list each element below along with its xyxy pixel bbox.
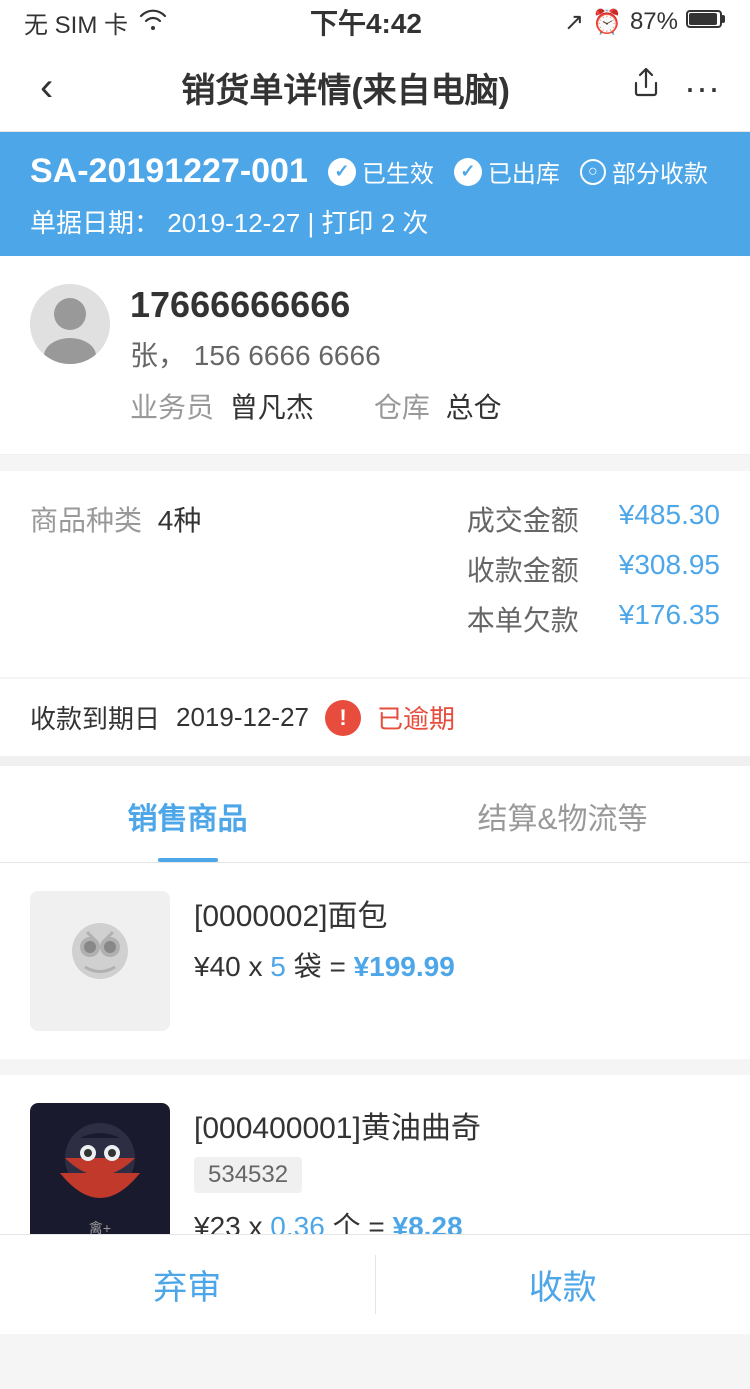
battery-level: 87%: [630, 8, 678, 36]
status-right: ↗ ⏰ 87%: [564, 8, 726, 37]
nav-actions: ···: [628, 65, 720, 110]
tab-settlement[interactable]: 结算&物流等: [375, 766, 750, 862]
banner-row1: SA-20191227-001 ✓ 已生效 ✓ 已出库 ○ 部分收款: [30, 152, 720, 191]
location-icon: ↗: [564, 8, 584, 37]
product-info-1: [0000002]面包 ¥40 x 5 袋 = ¥199.99: [194, 891, 720, 985]
product-info-2: [000400001]黄油曲奇 534532 ¥23 x 0.36 个 = ¥8…: [194, 1103, 720, 1245]
order-date: 2019-12-27: [167, 208, 300, 238]
product-sku-2: 534532: [194, 1157, 302, 1193]
product-name-1: [0000002]面包: [194, 891, 720, 935]
summary-left: 商品种类 4种: [30, 499, 201, 539]
due-date: 2019-12-27: [176, 702, 309, 733]
print-count: 2: [381, 208, 395, 238]
clock-icon: ○: [580, 159, 606, 185]
product-thumbnail-2: 禽+: [30, 1103, 170, 1243]
product-price-1: ¥40 x 5 袋 = ¥199.99: [194, 945, 720, 985]
product-total-1: ¥199.99: [354, 951, 455, 982]
customer-info: 17666666666 张， 156 6666 6666 业务员 曾凡杰 仓库 …: [130, 284, 720, 426]
due-section: 收款到期日 2019-12-27 ! 已逾期: [0, 679, 750, 766]
list-item: [0000002]面包 ¥40 x 5 袋 = ¥199.99: [0, 863, 750, 1059]
badge-shipped: ✓ 已出库: [454, 154, 560, 189]
check-icon-1: ✓: [328, 158, 356, 186]
category-value: 4种: [158, 505, 202, 536]
wifi-icon: [138, 8, 168, 37]
summary-right: 成交金额 ¥485.30 收款金额 ¥308.95 本单欠款 ¥176.35: [467, 499, 720, 649]
customer-contact: 张， 156 6666 6666: [130, 334, 720, 374]
tab-products[interactable]: 销售商品: [0, 766, 375, 862]
banner-date-row: 单据日期： 2019-12-27 | 打印 2 次: [30, 203, 720, 240]
reject-button[interactable]: 弃审: [0, 1235, 375, 1334]
badge-activated: ✓ 已生效: [328, 154, 434, 189]
badge-partial: ○ 部分收款: [580, 154, 708, 189]
summary-section: 商品种类 4种 成交金额 ¥485.30 收款金额 ¥308.95 本单欠款 ¥…: [0, 471, 750, 677]
status-bar: 无 SIM 卡 下午4:42 ↗ ⏰ 87%: [0, 0, 750, 44]
warehouse-value: 总仓: [446, 392, 502, 423]
salesperson-info: 业务员 曾凡杰: [130, 386, 314, 426]
customer-avatar: [30, 284, 110, 364]
salesperson-value: 曾凡杰: [230, 392, 314, 423]
print-label: | 打印: [307, 208, 373, 238]
product-qty-1: 5: [270, 951, 286, 982]
customer-name: 17666666666: [130, 284, 720, 326]
product-thumbnail-1: [30, 891, 170, 1031]
product-list: [0000002]面包 ¥40 x 5 袋 = ¥199.99: [0, 863, 750, 1273]
status-left: 无 SIM 卡: [24, 5, 168, 40]
check-icon-2: ✓: [454, 158, 482, 186]
warehouse-info: 仓库 总仓: [374, 386, 502, 426]
amount-value: ¥485.30: [619, 499, 720, 539]
amount-row: 成交金额 ¥485.30: [467, 499, 720, 539]
share-icon[interactable]: [628, 65, 664, 110]
back-button[interactable]: ‹: [30, 55, 63, 120]
bottom-bar: 弃审 收款: [0, 1234, 750, 1334]
nav-bar: ‹ 销货单详情(来自电脑) ···: [0, 44, 750, 132]
product-name-2: [000400001]黄油曲奇: [194, 1103, 720, 1147]
owed-row: 本单欠款 ¥176.35: [467, 599, 720, 639]
sim-status: 无 SIM 卡: [24, 5, 128, 40]
received-row: 收款金额 ¥308.95: [467, 549, 720, 589]
more-icon[interactable]: ···: [684, 67, 720, 109]
due-label: 收款到期日: [30, 699, 160, 736]
customer-meta: 业务员 曾凡杰 仓库 总仓: [130, 386, 720, 426]
owed-value: ¥176.35: [619, 599, 720, 639]
overdue-text: 已逾期: [377, 699, 455, 736]
print-suffix: 次: [402, 208, 428, 238]
overdue-icon: !: [325, 700, 361, 736]
date-label: 单据日期：: [30, 208, 160, 238]
status-time: 下午4:42: [310, 2, 422, 42]
alarm-icon: ⏰: [592, 8, 622, 37]
customer-section: 17666666666 张， 156 6666 6666 业务员 曾凡杰 仓库 …: [0, 256, 750, 455]
page-title: 销货单详情(来自电脑): [181, 63, 510, 112]
received-value: ¥308.95: [619, 549, 720, 589]
collect-button[interactable]: 收款: [376, 1235, 750, 1334]
battery-icon: [686, 8, 726, 37]
order-id: SA-20191227-001: [30, 152, 308, 191]
header-banner: SA-20191227-001 ✓ 已生效 ✓ 已出库 ○ 部分收款 单据日期：…: [0, 132, 750, 256]
tabs: 销售商品 结算&物流等: [0, 766, 750, 863]
